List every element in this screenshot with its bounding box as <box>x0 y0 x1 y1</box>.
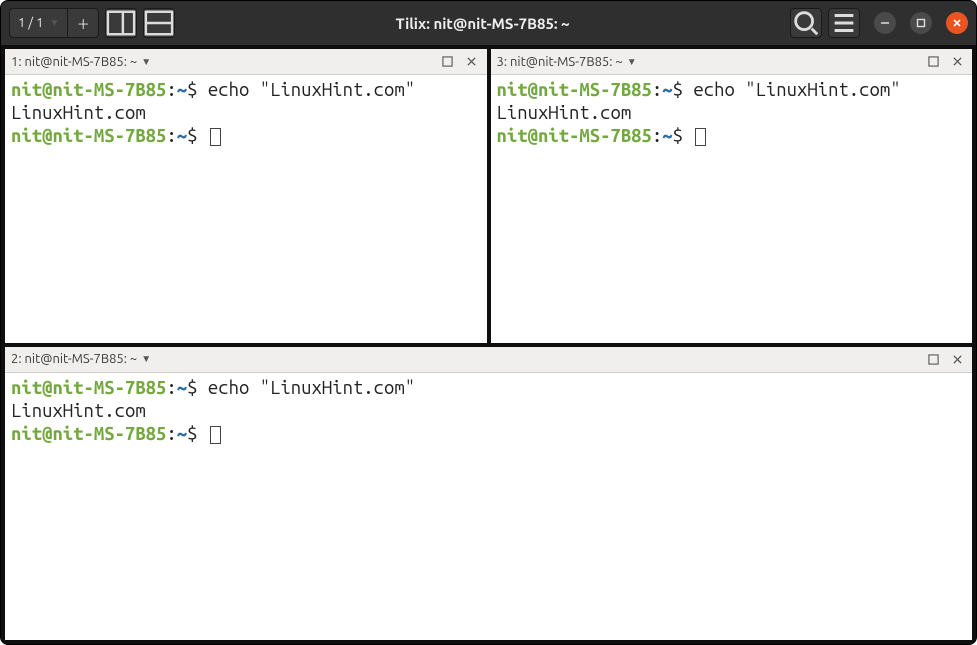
minimize-button[interactable] <box>874 12 896 34</box>
prompt-path: ~ <box>662 80 672 100</box>
pane-title-dropdown[interactable]: 1: nit@nit-MS-7B85: ~ ▼ <box>11 55 151 69</box>
minimize-icon <box>880 18 890 28</box>
titlebar: 1 / 1 ▼ ＋ Tilix: nit@nit-MS-7B85: ~ <box>1 1 976 45</box>
maximize-button[interactable] <box>910 12 932 34</box>
prompt-symbol: $ <box>187 126 197 146</box>
pane-close-button[interactable] <box>463 53 481 71</box>
prompt-symbol: $ <box>673 80 683 100</box>
terminal-output[interactable]: nit@nit-MS-7B85:~$ echo "LinuxHint.com" … <box>491 75 973 343</box>
pane-maximize-button[interactable] <box>924 53 942 71</box>
terminal-output[interactable]: nit@nit-MS-7B85:~$ echo "LinuxHint.com" … <box>5 373 972 641</box>
tilix-window: 1 / 1 ▼ ＋ Tilix: nit@nit-MS-7B85: ~ <box>0 0 977 645</box>
command-text: echo "LinuxHint.com" <box>208 378 415 398</box>
pane-title-label: 3: nit@nit-MS-7B85: ~ <box>497 55 623 69</box>
split-down-button[interactable] <box>143 8 175 38</box>
prompt-user: nit@nit-MS-7B85 <box>497 80 652 100</box>
terminal-output[interactable]: nit@nit-MS-7B85:~$ echo "LinuxHint.com" … <box>5 75 487 343</box>
pane-header: 1: nit@nit-MS-7B85: ~ ▼ <box>5 49 487 75</box>
prompt-symbol: $ <box>187 378 197 398</box>
pane-title-dropdown[interactable]: 2: nit@nit-MS-7B85: ~ ▼ <box>11 352 151 366</box>
maximize-pane-icon <box>442 56 453 67</box>
split-right-icon <box>106 8 136 38</box>
prompt-path: ~ <box>177 424 187 444</box>
terminal-pane-1: 1: nit@nit-MS-7B85: ~ ▼ nit@nit-MS-7B85:… <box>5 49 487 343</box>
prompt-user: nit@nit-MS-7B85 <box>11 80 166 100</box>
hamburger-icon <box>829 8 859 38</box>
terminal-cursor <box>210 128 221 146</box>
close-icon <box>952 18 962 28</box>
session-switcher: 1 / 1 ▼ ＋ <box>9 8 99 38</box>
chevron-down-icon: ▼ <box>141 56 151 68</box>
pane-close-button[interactable] <box>948 53 966 71</box>
maximize-pane-icon <box>928 354 939 365</box>
close-button[interactable] <box>946 12 968 34</box>
prompt-user: nit@nit-MS-7B85 <box>11 378 166 398</box>
pane-close-button[interactable] <box>948 350 966 368</box>
terminal-grid: 1: nit@nit-MS-7B85: ~ ▼ nit@nit-MS-7B85:… <box>1 45 976 644</box>
pane-title-dropdown[interactable]: 3: nit@nit-MS-7B85: ~ ▼ <box>497 55 637 69</box>
chevron-down-icon: ▼ <box>141 353 151 365</box>
split-right-button[interactable] <box>105 8 137 38</box>
maximize-icon <box>916 18 926 28</box>
top-row: 1: nit@nit-MS-7B85: ~ ▼ nit@nit-MS-7B85:… <box>5 49 972 343</box>
terminal-pane-3: 3: nit@nit-MS-7B85: ~ ▼ nit@nit-MS-7B85:… <box>491 49 973 343</box>
pane-header: 3: nit@nit-MS-7B85: ~ ▼ <box>491 49 973 75</box>
command-output: LinuxHint.com <box>11 103 146 123</box>
prompt-user: nit@nit-MS-7B85 <box>11 424 166 444</box>
search-button[interactable] <box>790 8 822 38</box>
window-controls <box>874 12 968 34</box>
close-icon <box>466 56 477 67</box>
command-text: echo "LinuxHint.com" <box>208 80 415 100</box>
session-counter[interactable]: 1 / 1 ▼ <box>9 8 67 38</box>
close-icon <box>952 354 963 365</box>
prompt-symbol: $ <box>187 80 197 100</box>
pane-header: 2: nit@nit-MS-7B85: ~ ▼ <box>5 347 972 373</box>
terminal-cursor <box>210 426 221 444</box>
close-icon <box>952 56 963 67</box>
plus-icon: ＋ <box>77 14 90 33</box>
terminal-cursor <box>695 128 706 146</box>
prompt-user: nit@nit-MS-7B85 <box>11 126 166 146</box>
pane-title-label: 1: nit@nit-MS-7B85: ~ <box>11 55 137 69</box>
prompt-symbol: $ <box>673 126 683 146</box>
search-icon <box>791 8 821 38</box>
pane-maximize-button[interactable] <box>924 350 942 368</box>
maximize-pane-icon <box>928 56 939 67</box>
prompt-path: ~ <box>177 126 187 146</box>
chevron-down-icon: ▼ <box>49 17 59 29</box>
chevron-down-icon: ▼ <box>627 56 637 68</box>
pane-maximize-button[interactable] <box>439 53 457 71</box>
session-counter-label: 1 / 1 <box>18 16 43 30</box>
split-down-icon <box>144 8 174 38</box>
pane-title-label: 2: nit@nit-MS-7B85: ~ <box>11 352 137 366</box>
prompt-path: ~ <box>177 378 187 398</box>
window-title: Tilix: nit@nit-MS-7B85: ~ <box>181 15 784 32</box>
menu-button[interactable] <box>828 8 860 38</box>
command-text: echo "LinuxHint.com" <box>693 80 900 100</box>
command-output: LinuxHint.com <box>11 401 146 421</box>
add-session-button[interactable]: ＋ <box>67 8 99 38</box>
prompt-user: nit@nit-MS-7B85 <box>497 126 652 146</box>
prompt-symbol: $ <box>187 424 197 444</box>
command-output: LinuxHint.com <box>497 103 632 123</box>
bottom-row: 2: nit@nit-MS-7B85: ~ ▼ nit@nit-MS-7B85:… <box>5 347 972 641</box>
prompt-path: ~ <box>662 126 672 146</box>
terminal-pane-2: 2: nit@nit-MS-7B85: ~ ▼ nit@nit-MS-7B85:… <box>5 347 972 641</box>
prompt-path: ~ <box>177 80 187 100</box>
